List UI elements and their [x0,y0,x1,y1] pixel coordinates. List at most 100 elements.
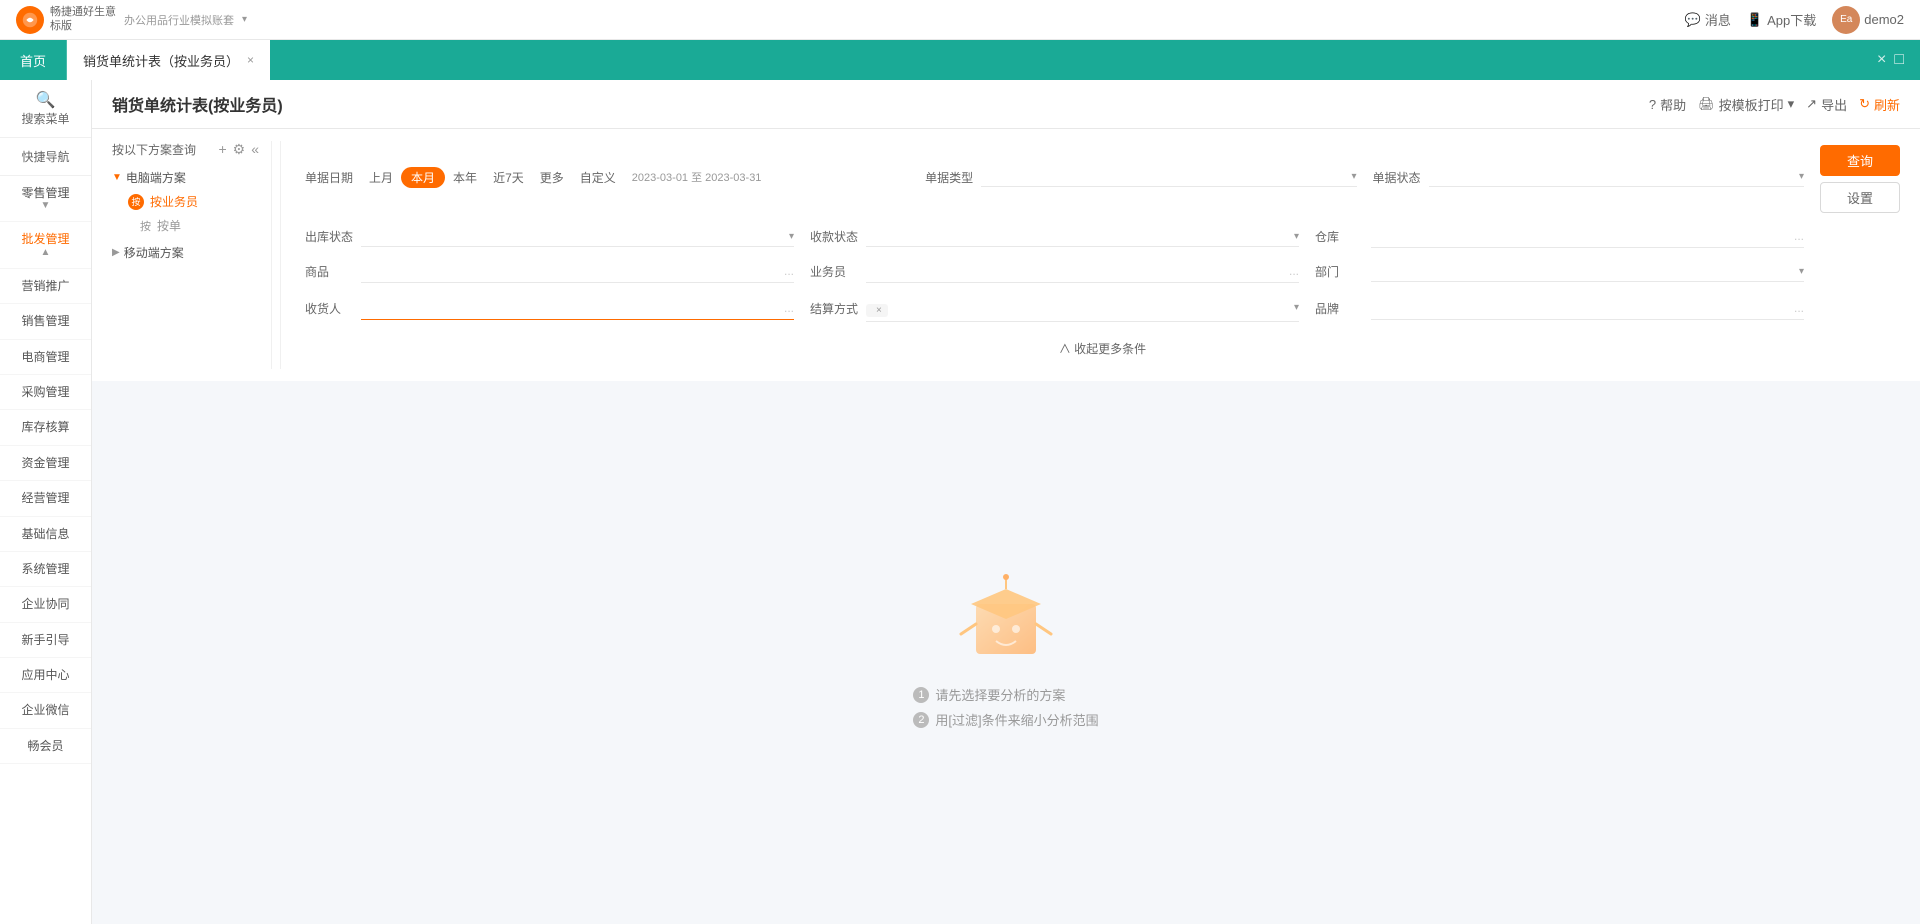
sidebar-item-system[interactable]: 系统管理 [0,552,91,587]
date-btn-this-month[interactable]: 本月 [401,167,445,188]
doc-type-select[interactable]: ▾ [981,167,1356,187]
filter-brand: 品牌 ... [1315,297,1804,320]
app-download-button[interactable]: 📱 App下载 [1747,10,1816,29]
nav-label: 办公用品行业模拟账套 [124,12,234,28]
sidebar-item-apps[interactable]: 应用中心 [0,658,91,693]
chevron-down-icon: ▼ [112,172,122,183]
sidebar-shortcut-link[interactable]: 快捷导航 [0,142,91,171]
export-button[interactable]: ↗ 导出 [1806,95,1847,114]
nav-dropdown-icon[interactable]: ▾ [242,14,247,25]
date-btn-last-month[interactable]: 上月 [361,167,401,188]
sidebar-item-inventory[interactable]: 库存核算 [0,410,91,445]
page-header: 销货单统计表(按业务员) ? 帮助 🖨 按模板打印 ▾ ↗ 导出 ↻ 刷新 [92,80,1920,129]
date-btn-this-year[interactable]: 本年 [445,167,485,188]
help-button[interactable]: ? 帮助 [1649,95,1686,114]
receiver-select[interactable]: ... [361,297,794,320]
empty-tips: 1 请先选择要分析的方案 2 用[过滤]条件来缩小分析范围 [913,685,1098,735]
date-btn-7days[interactable]: 近7天 [485,167,532,188]
filter-row-1: 单据日期 上月 本月 本年 近7天 更多 自定义 2023-03-01 至 20… [305,141,1900,213]
sidebar-item-member[interactable]: 畅会员 [0,729,91,764]
header-right: 💬 消息 📱 App下载 Ea demo2 [1685,6,1904,34]
receiver-dots-icon[interactable]: ... [784,301,794,315]
settle-method-arrow-icon: ▾ [1294,302,1299,313]
filter-department: 部门 ▾ [1315,262,1804,282]
filter-payment-status: 收款状态 ▾ [810,227,1299,247]
top-header: 畅捷通好生意 标版 办公用品行业模拟账套 ▾ 💬 消息 📱 App下载 Ea d… [0,0,1920,40]
empty-icon [956,569,1056,669]
settle-method-clear-icon[interactable]: × [876,305,882,316]
payment-status-select[interactable]: ▾ [866,227,1299,247]
sidebar-item-operations[interactable]: 经营管理 [0,481,91,516]
scheme-collapse-button[interactable]: « [251,141,259,158]
refresh-button[interactable]: ↻ 刷新 [1859,95,1900,114]
scheme-panel: 按以下方案查询 + ⚙ « ▼ 电脑端方案 按 [112,141,272,369]
sidebar-item-purchase[interactable]: 采购管理 [0,375,91,410]
sidebar-item-guide[interactable]: 新手引导 [0,623,91,658]
collapse-filters-button[interactable]: ∧ 收起更多条件 [305,334,1900,369]
main-content: 1 请先选择要分析的方案 2 用[过滤]条件来缩小分析范围 [92,381,1920,924]
salesperson-select[interactable]: ... [866,260,1299,283]
sidebar-item-base[interactable]: 基础信息 [0,517,91,552]
scheme-header: 按以下方案查询 + ⚙ « [112,141,259,158]
messages-button[interactable]: 💬 消息 [1685,10,1731,29]
tab-active[interactable]: 销货单统计表（按业务员） × [67,40,270,80]
print-button[interactable]: 🖨 按模板打印 ▾ [1698,95,1794,114]
warehouse-select[interactable]: ... [1371,225,1804,248]
tab-close-icon[interactable]: × [247,53,254,67]
user-menu[interactable]: Ea demo2 [1832,6,1904,34]
date-btn-more[interactable]: 更多 [532,167,572,188]
scheme-group-mobile-title[interactable]: ▶ 移动端方案 [112,241,259,264]
stock-status-label: 出库状态 [305,228,353,245]
sidebar-item-retail[interactable]: 零售管理 ▼ [0,176,91,222]
tab-restore-button[interactable]: □ [1894,51,1904,69]
action-buttons: 查询 设置 [1820,141,1900,213]
goods-select[interactable]: ... [361,260,794,283]
salesperson-label: 业务员 [810,263,858,280]
sidebar: 🔍 搜索菜单 快捷导航 零售管理 ▼ 批发管理 ▲ 营销推广 销售管理 电商管理… [0,80,92,924]
filter-row-2: 出库状态 ▾ 收款状态 ▾ [305,225,1900,248]
doc-status-select[interactable]: ▾ [1429,167,1804,187]
content-area: 销货单统计表(按业务员) ? 帮助 🖨 按模板打印 ▾ ↗ 导出 ↻ 刷新 [92,80,1920,924]
scheme-item-by-order[interactable]: 按 按单 [112,214,259,237]
sidebar-item-finance[interactable]: 资金管理 [0,446,91,481]
date-btn-custom[interactable]: 自定义 [572,167,624,188]
goods-dots-icon[interactable]: ... [784,264,794,278]
sidebar-item-marketing[interactable]: 营销推广 [0,269,91,304]
department-select[interactable]: ▾ [1371,262,1804,282]
message-icon: 💬 [1685,12,1701,28]
settle-method-tag: × [866,304,888,317]
tab-bar-actions: × □ [1861,51,1920,69]
scheme-settings-button[interactable]: ⚙ [233,141,246,158]
salesperson-dots-icon[interactable]: ... [1289,264,1299,278]
scheme-group-desktop-title[interactable]: ▼ 电脑端方案 [112,166,259,189]
brand-dots-icon[interactable]: ... [1794,301,1804,315]
settle-method-select[interactable]: × ▾ [866,295,1299,322]
settings-button[interactable]: 设置 [1820,182,1900,213]
sidebar-item-sales[interactable]: 销售管理 [0,304,91,339]
date-range-text: 2023-03-01 至 2023-03-31 [632,169,762,185]
stock-status-select[interactable]: ▾ [361,227,794,247]
sidebar-item-wholesale[interactable]: 批发管理 ▲ [0,222,91,268]
warehouse-dots-icon[interactable]: ... [1794,229,1804,243]
sidebar-item-ecommerce[interactable]: 电商管理 [0,340,91,375]
query-button[interactable]: 查询 [1820,145,1900,176]
scheme-item-by-salesperson[interactable]: 按 按业务员 [112,189,259,214]
filter-stock-status: 出库状态 ▾ [305,227,794,247]
tab-close-button[interactable]: × [1877,51,1886,69]
sidebar-item-wechat[interactable]: 企业微信 [0,693,91,728]
scheme-icon-salesperson: 按 [128,194,144,210]
logo-area: 畅捷通好生意 标版 [16,6,116,34]
refresh-icon: ↻ [1859,96,1870,112]
filter-receiver: 收货人 ... [305,297,794,320]
stock-status-arrow-icon: ▾ [789,231,794,242]
scheme-add-button[interactable]: + [218,141,226,158]
header-left: 畅捷通好生意 标版 办公用品行业模拟账套 ▾ [16,6,247,34]
sidebar-item-enterprise[interactable]: 企业协同 [0,587,91,622]
chevron-up-icon: ∧ [1059,342,1074,356]
payment-status-arrow-icon: ▾ [1294,231,1299,242]
tab-home[interactable]: 首页 [0,40,67,80]
scheme-icon-order: 按 [140,218,151,234]
brand-select[interactable]: ... [1371,297,1804,320]
brand-label: 品牌 [1315,300,1363,317]
sidebar-search[interactable]: 🔍 搜索菜单 [0,80,91,138]
